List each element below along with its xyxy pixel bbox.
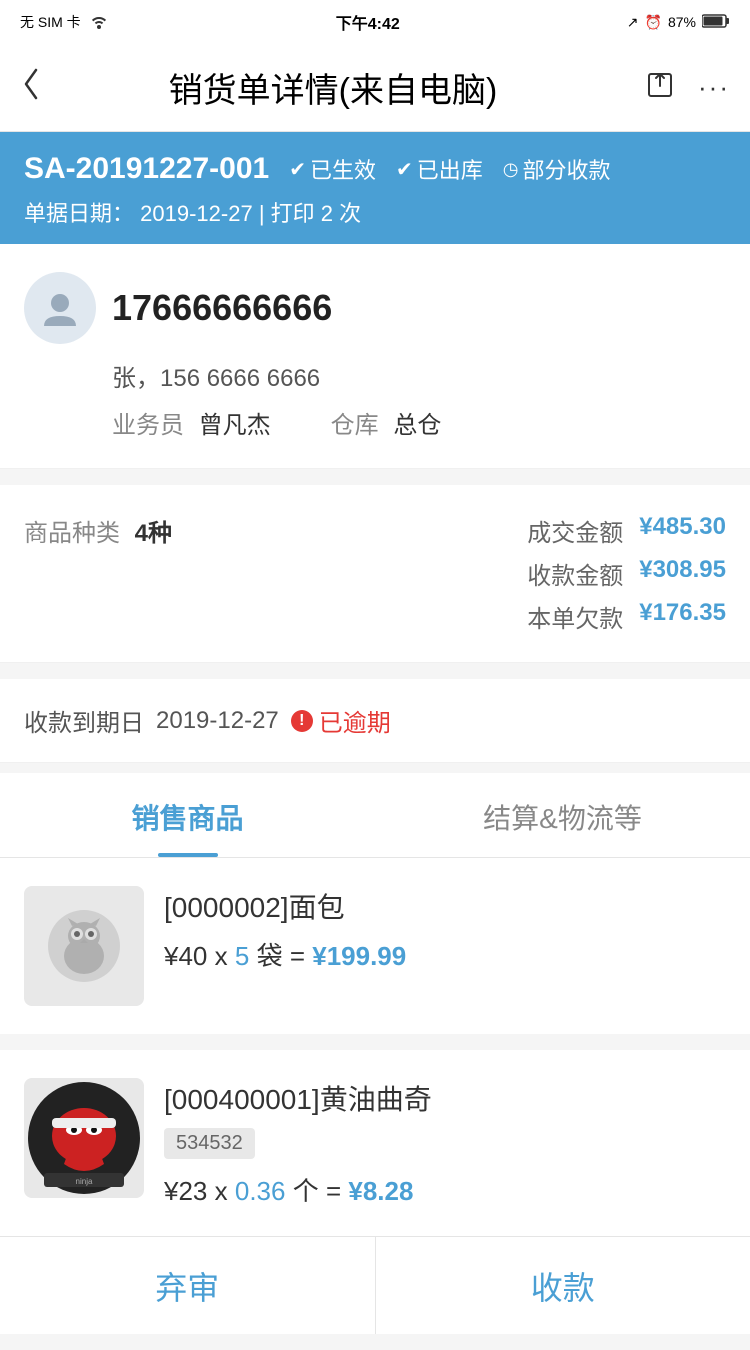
product-info-1: [0000002]面包 ¥40 x 5 袋 = ¥199.99 [164,886,726,973]
amount-value: ¥485.30 [639,513,726,548]
list-item: ninja [000400001]黄油曲奇 534532 ¥23 x 0.36 … [0,1050,750,1236]
check-icon-shipped: ✔ [396,157,413,182]
badge-shipped-label: 已出库 [417,153,483,185]
received-row: 收款金额 ¥308.95 [527,556,726,591]
nav-actions: ··· [646,71,730,105]
overdue-badge: ! 已逾期 [291,703,391,738]
due-date-label: 收款到期日 [24,703,144,738]
cancel-review-button[interactable]: 弃审 [0,1237,376,1334]
header-banner: SA-20191227-001 ✔ 已生效 ✔ 已出库 ◷ 部分收款 单据日期：… [0,132,750,244]
received-label: 收款金额 [527,556,623,591]
product-thumb-1 [24,886,144,1006]
debt-label: 本单欠款 [527,599,623,634]
more-icon[interactable]: ··· [698,72,730,103]
qty-2: 0.36 [235,1176,286,1206]
order-id: SA-20191227-001 [24,152,269,186]
summary-right: 成交金额 ¥485.30 收款金额 ¥308.95 本单欠款 ¥176.35 [527,513,726,634]
qty-1: 5 [235,941,249,971]
amount-row: 成交金额 ¥485.30 [527,513,726,548]
product-types-count: 4种 [135,520,172,547]
product-types-label: 商品种类 [24,520,120,547]
battery-percent: 87% [668,14,696,30]
overdue-label: 已逾期 [319,703,391,738]
sales-name: 曾凡杰 [199,412,271,439]
customer-card: 17666666666 张，156 6666 6666 业务员 曾凡杰 仓库 总… [0,244,750,469]
total-1: ¥199.99 [312,941,406,971]
location-icon: ↗ [627,14,639,31]
order-date: 2019-12-27 [140,201,253,226]
tab-products[interactable]: 销售商品 [0,773,375,857]
product-name-1: [0000002]面包 [164,886,726,926]
customer-main: 17666666666 [24,272,726,344]
alarm-icon: ⏰ [645,14,662,31]
product-info-2: [000400001]黄油曲奇 534532 ¥23 x 0.36 个 = ¥8… [164,1078,726,1208]
date-label: 单据日期： [24,201,134,226]
unit-price-2: ¥23 [164,1176,207,1206]
status-left: 无 SIM 卡 [20,12,109,32]
product-code-2: [000400001] [164,1084,320,1115]
summary-grid: 商品种类 4种 成交金额 ¥485.30 收款金额 ¥308.95 本单欠款 ¥… [24,513,726,634]
product-code-1: [0000002] [164,892,289,923]
badge-activated: ✔ 已生效 [289,153,376,185]
nav-bar: 销货单详情(来自电脑) ··· [0,44,750,132]
battery-icon [702,13,730,32]
customer-id: 17666666666 [112,287,332,329]
product-price-1: ¥40 x 5 袋 = ¥199.99 [164,936,726,973]
badge-partial-label: 部分收款 [522,153,610,185]
status-right: ↗ ⏰ 87% [627,13,730,32]
badge-shipped: ✔ 已出库 [396,153,483,185]
share-icon[interactable] [646,71,674,105]
tab-products-label: 销售商品 [131,803,243,834]
order-id-row: SA-20191227-001 ✔ 已生效 ✔ 已出库 ◷ 部分收款 [24,152,726,186]
wifi-icon [89,13,109,32]
sim-status: 无 SIM 卡 [20,12,81,32]
order-date-row: 单据日期： 2019-12-27 | 打印 2 次 [24,196,726,228]
print-info: | 打印 2 次 [259,201,361,226]
overdue-dot-icon: ! [291,710,313,732]
total-2: ¥8.28 [348,1176,413,1206]
status-time: 下午4:42 [336,10,400,34]
unit-price-1: ¥40 [164,941,207,971]
product-price-2: ¥23 x 0.36 个 = ¥8.28 [164,1171,726,1208]
tabs-container: 销售商品 结算&物流等 [0,763,750,858]
received-value: ¥308.95 [639,556,726,591]
badge-activated-label: 已生效 [310,153,376,185]
warehouse-label: 仓库 总仓 [331,405,442,440]
sales-label: 业务员 曾凡杰 [112,405,271,440]
tab-settlement[interactable]: 结算&物流等 [375,773,750,857]
svg-text:ninja: ninja [76,1177,93,1186]
debt-row: 本单欠款 ¥176.35 [527,599,726,634]
collect-button[interactable]: 收款 [376,1237,750,1334]
sales-label-text: 业务员 [112,412,184,439]
check-icon-activated: ✔ [289,157,306,182]
debt-value: ¥176.35 [639,599,726,634]
page-title: 销货单详情(来自电脑) [20,63,646,112]
due-date-value: 2019-12-27 [156,707,279,735]
tab-settlement-label: 结算&物流等 [483,803,642,834]
summary-card: 商品种类 4种 成交金额 ¥485.30 收款金额 ¥308.95 本单欠款 ¥… [0,485,750,663]
product-types: 商品种类 4种 [24,513,172,548]
customer-contact: 张，156 6666 6666 [24,358,726,393]
tabs: 销售商品 结算&物流等 [0,773,750,858]
customer-meta: 业务员 曾凡杰 仓库 总仓 [24,405,726,440]
amount-label: 成交金额 [527,513,623,548]
product-thumb-2: ninja [24,1078,144,1198]
due-date-card: 收款到期日 2019-12-27 ! 已逾期 [0,679,750,763]
product-name-2: [000400001]黄油曲奇 [164,1078,726,1118]
clock-icon: ◷ [503,159,519,180]
product-batch-2: 534532 [164,1128,255,1159]
status-bar: 无 SIM 卡 下午4:42 ↗ ⏰ 87% [0,0,750,44]
warehouse-label-text: 仓库 [331,412,379,439]
list-item: [0000002]面包 ¥40 x 5 袋 = ¥199.99 [0,858,750,1034]
badge-partial: ◷ 部分收款 [503,153,611,185]
bottom-actions: 弃审 收款 [0,1236,750,1334]
product-list: [0000002]面包 ¥40 x 5 袋 = ¥199.99 [0,858,750,1236]
warehouse-name: 总仓 [393,412,441,439]
avatar [24,272,96,344]
